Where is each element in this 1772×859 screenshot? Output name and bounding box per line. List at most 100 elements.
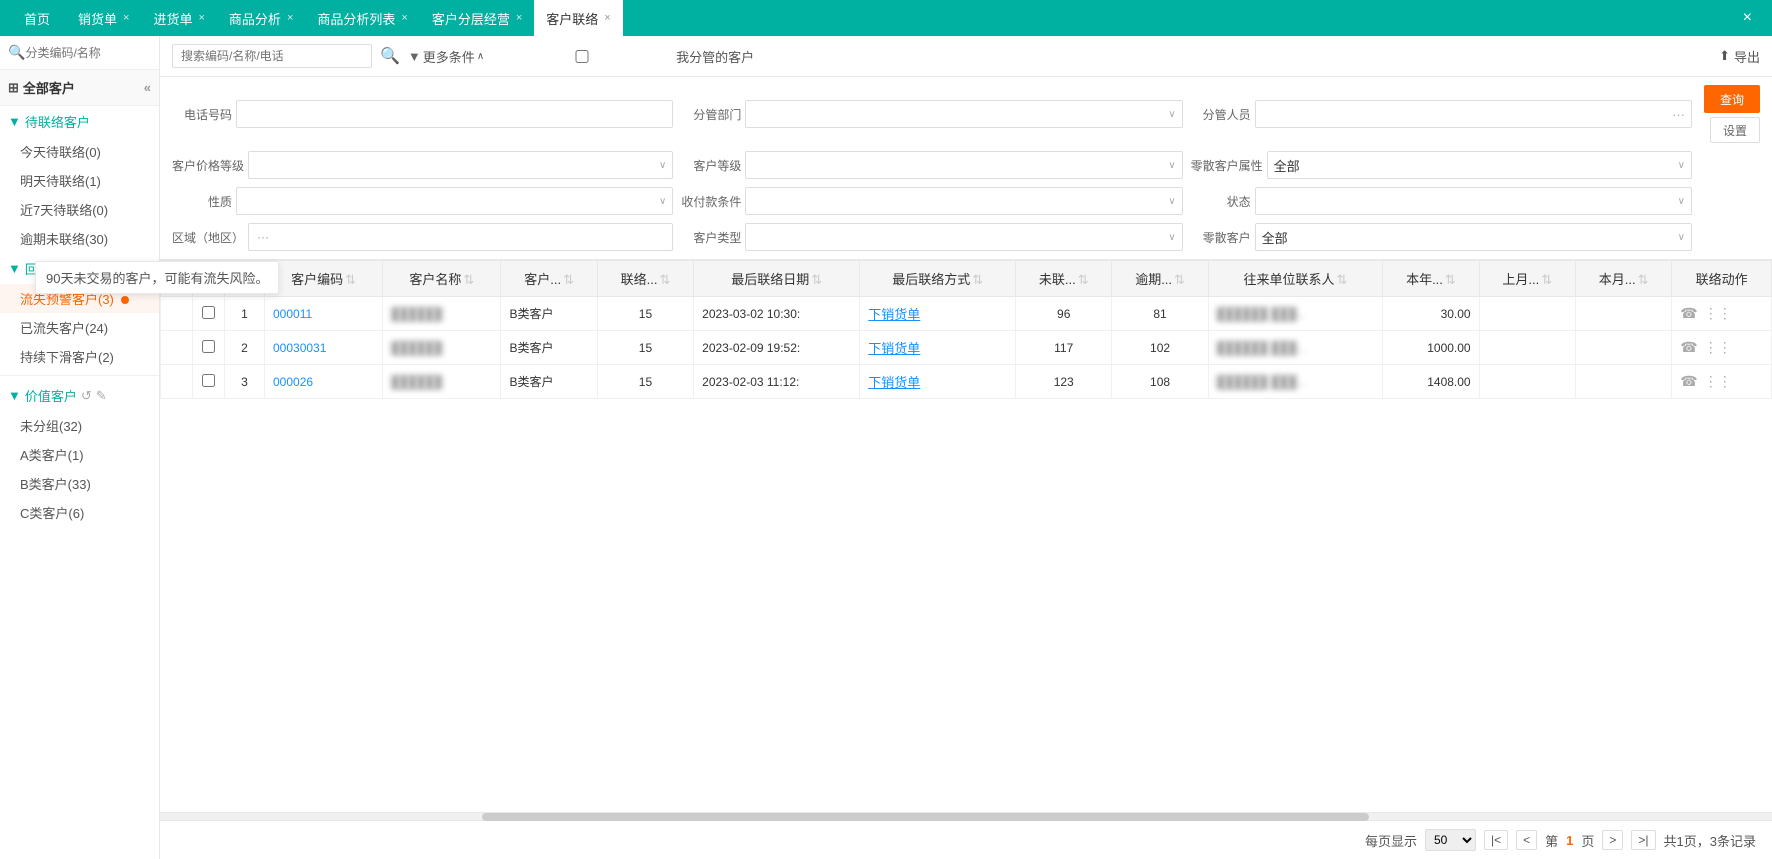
more-icon-2[interactable]: ⋮⋮ <box>1704 373 1732 390</box>
sidebar-collapse-button[interactable]: « <box>144 80 151 95</box>
sidebar-item-classA[interactable]: A类客户(1) <box>0 440 159 469</box>
filter-select-price-tier[interactable]: ∨ <box>248 151 673 179</box>
filter-input-phone[interactable] <box>236 100 673 128</box>
home-tab-label: 首页 <box>24 9 50 28</box>
row-code-0[interactable]: 000011 <box>265 297 383 331</box>
query-button[interactable]: 查询 <box>1704 85 1760 113</box>
row-last-method-1[interactable]: 下销货单 <box>860 331 1016 365</box>
more-icon-1[interactable]: ⋮⋮ <box>1704 339 1732 356</box>
close-tab-customer-tier[interactable]: × <box>516 12 522 24</box>
row-checkbox-1[interactable] <box>193 331 225 365</box>
th-last-date[interactable]: 最后联络日期⇅ <box>694 261 860 297</box>
row-checkbox-0[interactable] <box>193 297 225 331</box>
th-not-contacted[interactable]: 未联...⇅ <box>1016 261 1112 297</box>
filter-label-price-tier: 客户价格等级 <box>172 157 244 174</box>
sidebar-root[interactable]: ⊞ 全部客户 « <box>0 70 159 106</box>
search-button[interactable]: 🔍 <box>380 46 400 66</box>
edit-icon-value[interactable]: ✎ <box>96 388 107 404</box>
my-customers-checkbox[interactable] <box>492 50 672 63</box>
th-unit-contacts[interactable]: 往来单位联系人⇅ <box>1208 261 1383 297</box>
close-tab-purchase[interactable]: × <box>198 12 204 24</box>
horizontal-scrollbar[interactable] <box>160 812 1772 820</box>
th-overdue[interactable]: 逾期...⇅ <box>1112 261 1208 297</box>
sidebar-item-week[interactable]: 近7天待联络(0) <box>0 195 159 224</box>
sidebar-item-today[interactable]: 今天待联络(0) <box>0 137 159 166</box>
pagination: 每页显示 50 100 200 |< < 第 1 页 > >| 共1页，3条记录 <box>160 820 1772 859</box>
phone-icon-0[interactable]: ☎ <box>1680 305 1697 322</box>
filter-select-dept[interactable]: ∨ <box>745 100 1182 128</box>
sidebar-item-unclassified[interactable]: 未分组(32) <box>0 411 159 440</box>
first-page-button[interactable]: |< <box>1484 830 1508 850</box>
th-code[interactable]: 客户编码⇅ <box>265 261 383 297</box>
filter-select-status[interactable]: ∨ <box>1255 187 1692 215</box>
scrollbar-thumb[interactable] <box>482 813 1369 821</box>
filter-select-retail-attr-value: 全部 <box>1274 156 1300 175</box>
dots-icon-person: ··· <box>1672 107 1685 122</box>
filter-dots-region[interactable]: ··· <box>248 223 673 251</box>
row-last-method-0[interactable]: 下销货单 <box>860 297 1016 331</box>
filter-select-nature[interactable]: ∨ <box>236 187 673 215</box>
row-overdue-1: 102 <box>1112 331 1208 365</box>
th-this-month[interactable]: 本月...⇅ <box>1575 261 1671 297</box>
row-check-0[interactable] <box>202 306 215 319</box>
close-tab-analysis-list[interactable]: × <box>401 12 407 24</box>
th-last-method[interactable]: 最后联络方式⇅ <box>860 261 1016 297</box>
filter-select-retail[interactable]: 全部 ∨ <box>1255 223 1692 251</box>
settings-button[interactable]: 设置 <box>1710 117 1760 143</box>
close-tab-sales[interactable]: × <box>123 12 129 24</box>
filter-select-person[interactable]: ··· <box>1255 100 1692 128</box>
my-customers-checkbox-label[interactable]: 我分管的客户 <box>492 47 754 66</box>
row-check-1[interactable] <box>202 340 215 353</box>
refresh-icon-value[interactable]: ↺ <box>81 388 92 404</box>
sidebar-item-already-lost[interactable]: 已流失客户(24) <box>0 313 159 342</box>
sidebar-search-input[interactable] <box>25 46 160 60</box>
sidebar-item-re-attract[interactable]: 持续下滑客户(2) <box>0 342 159 371</box>
sidebar-group-pending[interactable]: ▼ 待联络客户 <box>0 106 159 137</box>
search-bar: 🔍 ▼ 更多条件 ∧ 我分管的客户 ⬆ 导出 <box>160 36 1772 77</box>
close-tab-analysis[interactable]: × <box>287 12 293 24</box>
filter-select-ctype[interactable]: ∨ <box>745 223 1182 251</box>
row-code-1[interactable]: 00030031 <box>265 331 383 365</box>
th-type[interactable]: 客户...⇅ <box>501 261 597 297</box>
sidebar-group-value[interactable]: ▼ 价值客户 ↺ ✎ <box>0 380 159 411</box>
nav-tab-analysis-list[interactable]: 商品分析列表 × <box>305 0 419 36</box>
th-this-year[interactable]: 本年...⇅ <box>1383 261 1479 297</box>
th-name[interactable]: 客户名称⇅ <box>383 261 501 297</box>
sidebar-item-tomorrow[interactable]: 明天待联络(1) <box>0 166 159 195</box>
row-check-2[interactable] <box>202 374 215 387</box>
close-tab-customer-contact[interactable]: × <box>604 12 610 24</box>
row-checkbox-2[interactable] <box>193 365 225 399</box>
next-page-button[interactable]: > <box>1602 830 1623 850</box>
sidebar-item-classB[interactable]: B类客户(33) <box>0 469 159 498</box>
nav-tab-analysis[interactable]: 商品分析 × <box>217 0 305 36</box>
phone-icon-1[interactable]: ☎ <box>1680 339 1697 356</box>
nav-tab-purchase[interactable]: 进货单 × <box>141 0 216 36</box>
export-button[interactable]: ⬆ 导出 <box>1719 47 1760 66</box>
nav-tab-sales[interactable]: 销货单 × <box>66 0 141 36</box>
filter-select-payment[interactable]: ∨ <box>745 187 1182 215</box>
per-page-select[interactable]: 50 100 200 <box>1425 829 1476 851</box>
last-page-button[interactable]: >| <box>1631 830 1655 850</box>
filter-select-retail-attr[interactable]: 全部 ∨ <box>1267 151 1692 179</box>
search-input[interactable] <box>172 44 372 68</box>
row-last-method-2[interactable]: 下销货单 <box>860 365 1016 399</box>
row-code-2[interactable]: 000026 <box>265 365 383 399</box>
th-contact[interactable]: 联络...⇅ <box>597 261 693 297</box>
filter-select-tier[interactable]: ∨ <box>745 151 1182 179</box>
filter-label-nature: 性质 <box>172 193 232 210</box>
prev-page-button[interactable]: < <box>1516 830 1537 850</box>
filter-label: 更多条件 <box>423 47 475 66</box>
phone-icon-2[interactable]: ☎ <box>1680 373 1697 390</box>
close-window-button[interactable]: × <box>1731 9 1764 27</box>
sidebar-item-overdue-contact[interactable]: 逾期未联络(30) <box>0 224 159 253</box>
nav-tab-customer-tier[interactable]: 客户分层经营 × <box>420 0 534 36</box>
sidebar-item-classC[interactable]: C类客户(6) <box>0 498 159 527</box>
th-last-month[interactable]: 上月...⇅ <box>1479 261 1575 297</box>
filter-more-button[interactable]: ▼ 更多条件 ∧ <box>408 47 484 66</box>
home-tab[interactable]: 首页 <box>8 0 66 36</box>
table-area: ⚙ # 客户编码⇅ 客户名称⇅ 客户...⇅ 联络...⇅ 最后联络日期⇅ 最后… <box>160 260 1772 812</box>
chevron-down-icon-ctype: ∨ <box>1168 232 1175 243</box>
nav-tab-customer-contact[interactable]: 客户联络 × <box>534 0 622 36</box>
more-icon-0[interactable]: ⋮⋮ <box>1704 305 1732 322</box>
row-not-contacted-1: 117 <box>1016 331 1112 365</box>
